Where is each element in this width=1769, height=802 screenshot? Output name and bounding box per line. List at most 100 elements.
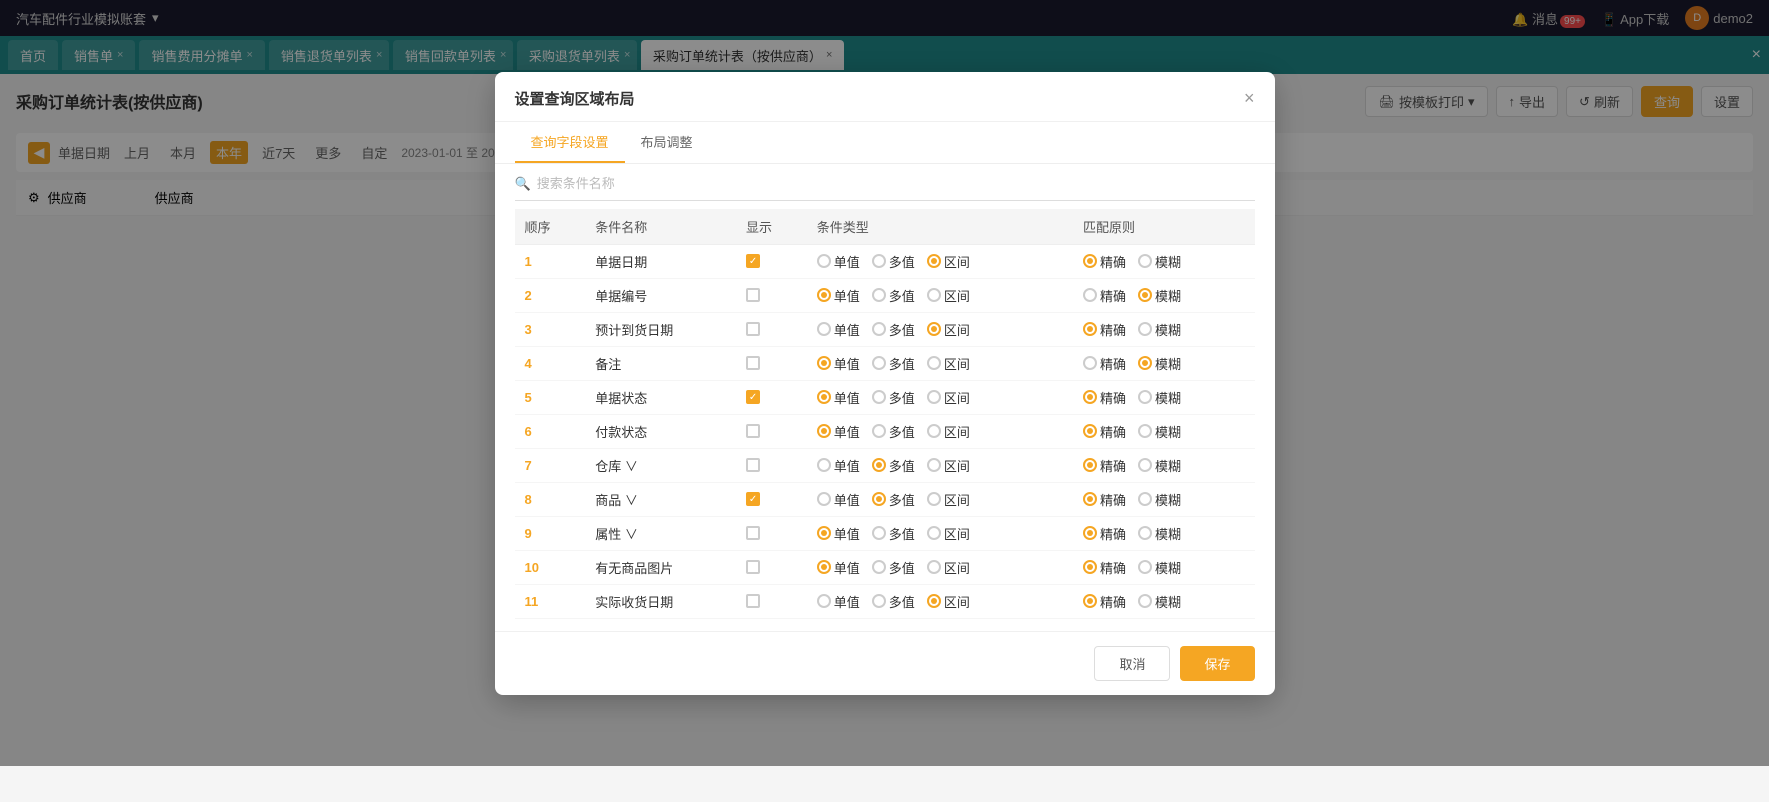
row-order-0: 1 bbox=[525, 254, 532, 269]
row-match-模糊-4[interactable]: 模糊 bbox=[1138, 388, 1181, 407]
row-show-checkbox-4[interactable]: ✓ bbox=[746, 390, 760, 404]
row-type-区间-5[interactable]: 区间 bbox=[927, 422, 970, 441]
row-show-checkbox-10[interactable] bbox=[746, 594, 760, 608]
row-match-精确-3[interactable]: 精确 bbox=[1083, 354, 1126, 373]
row-show-checkbox-0[interactable]: ✓ bbox=[746, 254, 760, 268]
row-show-checkbox-1[interactable] bbox=[746, 288, 760, 302]
row-type-多值-5[interactable]: 多值 bbox=[872, 422, 915, 441]
row-name-0: 单据日期 bbox=[585, 244, 736, 278]
row-name-6: 仓库 ∨ bbox=[585, 448, 736, 482]
row-name-8: 属性 ∨ bbox=[585, 516, 736, 550]
row-name-7: 商品 ∨ bbox=[585, 482, 736, 516]
dialog-close-button[interactable]: × bbox=[1244, 89, 1255, 107]
th-name: 条件名称 bbox=[585, 209, 736, 245]
dialog-body: 🔍 顺序 条件名称 显示 条件类型 匹配原则 bbox=[495, 164, 1275, 631]
row-name-2: 预计到货日期 bbox=[585, 312, 736, 346]
row-show-checkbox-6[interactable] bbox=[746, 458, 760, 472]
row-type-多值-4[interactable]: 多值 bbox=[872, 388, 915, 407]
row-type-区间-10[interactable]: 区间 bbox=[927, 592, 970, 611]
row-name-1: 单据编号 bbox=[585, 278, 736, 312]
row-type-多值-2[interactable]: 多值 bbox=[872, 320, 915, 339]
row-type-单值-4[interactable]: 单值 bbox=[817, 388, 860, 407]
row-type-单值-9[interactable]: 单值 bbox=[817, 558, 860, 577]
row-match-模糊-1[interactable]: 模糊 bbox=[1138, 286, 1181, 305]
row-type-单值-2[interactable]: 单值 bbox=[817, 320, 860, 339]
row-match-精确-8[interactable]: 精确 bbox=[1083, 524, 1126, 543]
row-show-checkbox-3[interactable] bbox=[746, 356, 760, 370]
row-type-区间-4[interactable]: 区间 bbox=[927, 388, 970, 407]
row-type-区间-3[interactable]: 区间 bbox=[927, 354, 970, 373]
row-match-模糊-8[interactable]: 模糊 bbox=[1138, 524, 1181, 543]
table-row: 7仓库 ∨单值多值区间精确模糊 bbox=[515, 448, 1255, 482]
row-type-多值-8[interactable]: 多值 bbox=[872, 524, 915, 543]
dialog-tabs: 查询字段设置 布局调整 bbox=[495, 122, 1275, 164]
row-type-区间-0[interactable]: 区间 bbox=[927, 252, 970, 271]
row-type-单值-10[interactable]: 单值 bbox=[817, 592, 860, 611]
row-type-区间-8[interactable]: 区间 bbox=[927, 524, 970, 543]
row-type-区间-6[interactable]: 区间 bbox=[927, 456, 970, 475]
row-match-模糊-0[interactable]: 模糊 bbox=[1138, 252, 1181, 271]
row-show-checkbox-8[interactable] bbox=[746, 526, 760, 540]
row-type-区间-7[interactable]: 区间 bbox=[927, 490, 970, 509]
row-type-区间-2[interactable]: 区间 bbox=[927, 320, 970, 339]
row-name-10: 实际收货日期 bbox=[585, 584, 736, 618]
table-with-scroll: 顺序 条件名称 显示 条件类型 匹配原则 1单据日期✓单值多值区间精确模糊2单据… bbox=[515, 209, 1255, 619]
th-order: 顺序 bbox=[515, 209, 586, 245]
dialog-tab-fields[interactable]: 查询字段设置 bbox=[515, 122, 625, 163]
row-match-模糊-10[interactable]: 模糊 bbox=[1138, 592, 1181, 611]
dialog-search: 🔍 bbox=[515, 176, 1255, 201]
search-input[interactable] bbox=[537, 176, 737, 191]
cancel-button[interactable]: 取消 bbox=[1094, 646, 1170, 681]
row-match-精确-10[interactable]: 精确 bbox=[1083, 592, 1126, 611]
row-show-checkbox-2[interactable] bbox=[746, 322, 760, 336]
row-type-多值-9[interactable]: 多值 bbox=[872, 558, 915, 577]
row-type-多值-0[interactable]: 多值 bbox=[872, 252, 915, 271]
row-type-区间-9[interactable]: 区间 bbox=[927, 558, 970, 577]
row-match-精确-4[interactable]: 精确 bbox=[1083, 388, 1126, 407]
dialog-overlay: 设置查询区域布局 × 查询字段设置 布局调整 🔍 顺序 bbox=[0, 0, 1769, 766]
row-match-精确-9[interactable]: 精确 bbox=[1083, 558, 1126, 577]
table-row: 11实际收货日期单值多值区间精确模糊 bbox=[515, 584, 1255, 618]
row-type-多值-3[interactable]: 多值 bbox=[872, 354, 915, 373]
row-name-5: 付款状态 bbox=[585, 414, 736, 448]
row-type-单值-7[interactable]: 单值 bbox=[817, 490, 860, 509]
row-match-模糊-9[interactable]: 模糊 bbox=[1138, 558, 1181, 577]
row-type-多值-1[interactable]: 多值 bbox=[872, 286, 915, 305]
row-order-5: 6 bbox=[525, 424, 532, 439]
row-match-精确-0[interactable]: 精确 bbox=[1083, 252, 1126, 271]
table-row: 10有无商品图片单值多值区间精确模糊 bbox=[515, 550, 1255, 584]
dialog-tab-layout[interactable]: 布局调整 bbox=[625, 122, 709, 163]
row-order-1: 2 bbox=[525, 288, 532, 303]
row-match-模糊-5[interactable]: 模糊 bbox=[1138, 422, 1181, 441]
row-type-单值-1[interactable]: 单值 bbox=[817, 286, 860, 305]
row-show-checkbox-7[interactable]: ✓ bbox=[746, 492, 760, 506]
row-show-checkbox-9[interactable] bbox=[746, 560, 760, 574]
row-type-单值-5[interactable]: 单值 bbox=[817, 422, 860, 441]
table-row: 6 付款状态 单值多值区间 精确模糊 bbox=[515, 414, 1255, 448]
table-row: 8商品 ∨✓单值多值区间精确模糊 bbox=[515, 482, 1255, 516]
row-order-8: 9 bbox=[525, 526, 532, 541]
row-match-精确-1[interactable]: 精确 bbox=[1083, 286, 1126, 305]
dialog: 设置查询区域布局 × 查询字段设置 布局调整 🔍 顺序 bbox=[495, 72, 1275, 695]
row-match-模糊-2[interactable]: 模糊 bbox=[1138, 320, 1181, 339]
row-match-精确-7[interactable]: 精确 bbox=[1083, 490, 1126, 509]
conditions-table-wrap: 顺序 条件名称 显示 条件类型 匹配原则 1单据日期✓单值多值区间精确模糊2单据… bbox=[515, 209, 1255, 619]
row-type-多值-6[interactable]: 多值 bbox=[872, 456, 915, 475]
row-match-精确-5[interactable]: 精确 bbox=[1083, 422, 1126, 441]
row-type-多值-10[interactable]: 多值 bbox=[872, 592, 915, 611]
row-type-单值-3[interactable]: 单值 bbox=[817, 354, 860, 373]
row-show-checkbox-5[interactable] bbox=[746, 424, 760, 438]
row-type-单值-8[interactable]: 单值 bbox=[817, 524, 860, 543]
row-match-模糊-6[interactable]: 模糊 bbox=[1138, 456, 1181, 475]
row-match-精确-2[interactable]: 精确 bbox=[1083, 320, 1126, 339]
row-type-单值-6[interactable]: 单值 bbox=[817, 456, 860, 475]
dialog-header: 设置查询区域布局 × bbox=[495, 72, 1275, 122]
row-type-多值-7[interactable]: 多值 bbox=[872, 490, 915, 509]
row-match-模糊-7[interactable]: 模糊 bbox=[1138, 490, 1181, 509]
row-match-模糊-3[interactable]: 模糊 bbox=[1138, 354, 1181, 373]
row-type-单值-0[interactable]: 单值 bbox=[817, 252, 860, 271]
row-match-精确-6[interactable]: 精确 bbox=[1083, 456, 1126, 475]
table-row: 3预计到货日期单值多值区间精确模糊 bbox=[515, 312, 1255, 346]
save-button[interactable]: 保存 bbox=[1180, 646, 1254, 681]
row-type-区间-1[interactable]: 区间 bbox=[927, 286, 970, 305]
